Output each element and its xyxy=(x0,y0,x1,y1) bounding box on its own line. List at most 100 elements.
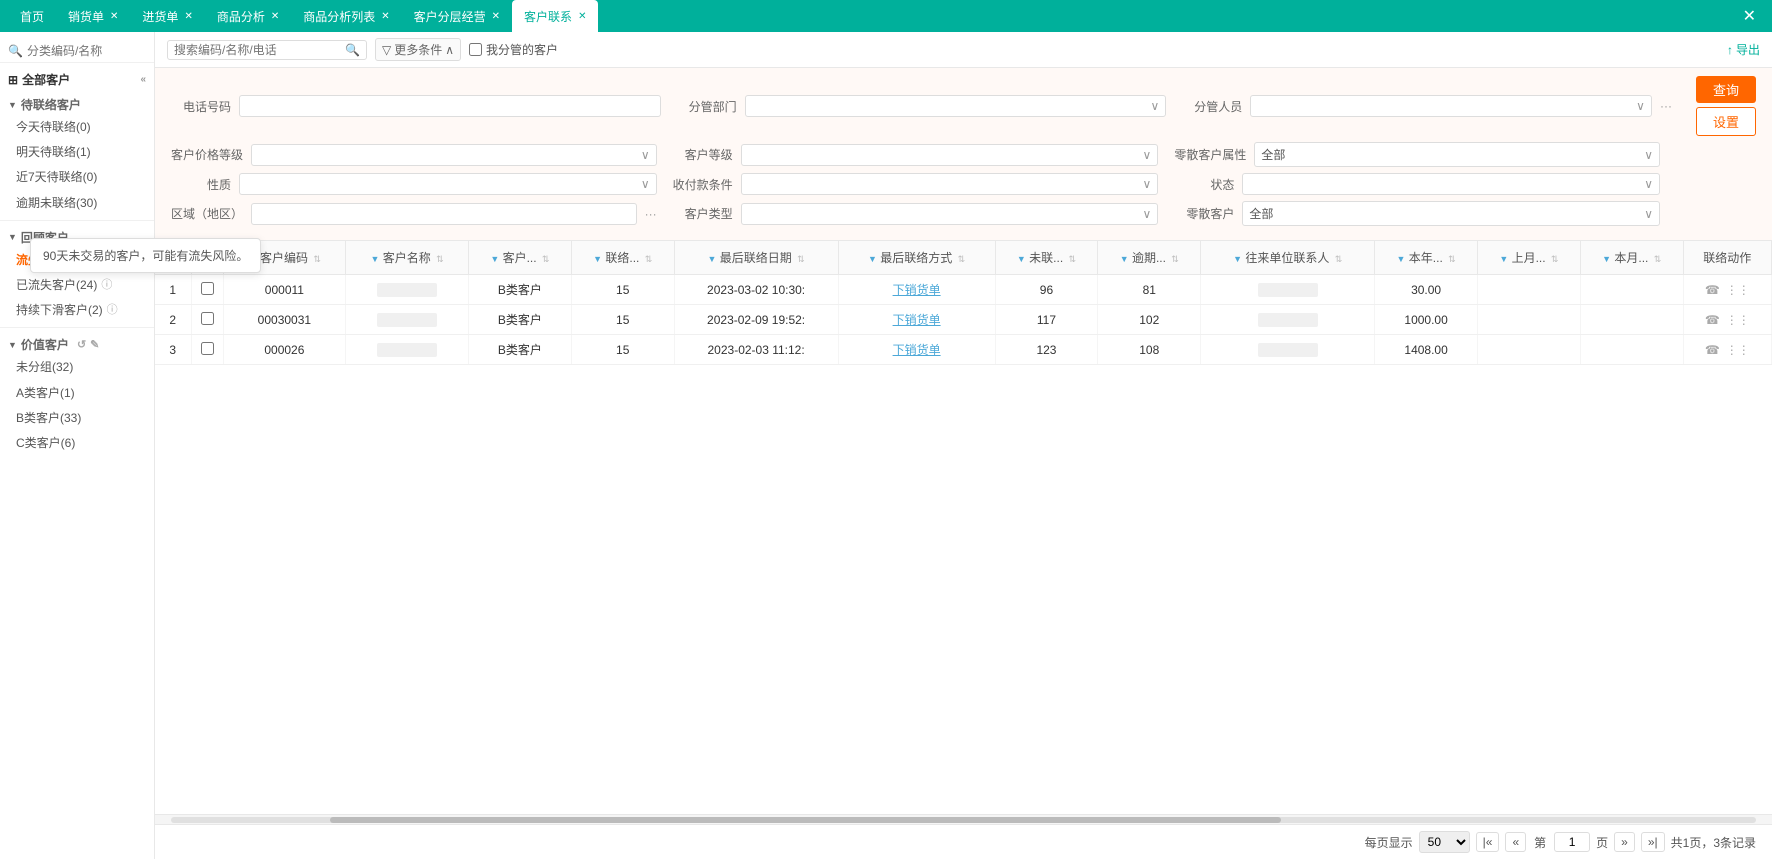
main-layout: 🔍 ⊞ 全部客户 « ▼ 待联络客户 今天待联络(0) 明天待联络(1) 近7天… xyxy=(0,32,1772,859)
cell-current-month-0 xyxy=(1580,275,1683,305)
filter-nature-select[interactable]: ∨ xyxy=(239,173,657,195)
filter-retail-cust-select[interactable]: 全部 ∨ xyxy=(1242,201,1660,226)
sidebar-collapse-icon[interactable]: « xyxy=(140,74,146,85)
tab-sales-label: 销货单 xyxy=(68,8,104,25)
action-contact-icon-0[interactable]: ☎ xyxy=(1705,283,1720,297)
th-name[interactable]: ▼ 客户名称 ⇅ xyxy=(346,241,469,275)
tab-purchase-close[interactable]: ✕ xyxy=(184,11,192,22)
filter-phone-input[interactable] xyxy=(239,95,661,117)
tab-home[interactable]: 首页 xyxy=(8,0,56,32)
th-current-month[interactable]: ▼ 本月... ⇅ xyxy=(1580,241,1683,275)
filter-search-icon[interactable]: 🔍 xyxy=(345,43,360,57)
th-current-year[interactable]: ▼ 本年... ⇅ xyxy=(1375,241,1478,275)
scrollbar-area[interactable] xyxy=(155,814,1772,824)
sidebar-section-value[interactable]: ▼ 价值客户 ↺ ✎ xyxy=(0,332,154,355)
filter-retail-attr-select[interactable]: 全部 ∨ xyxy=(1254,142,1660,167)
value-edit-icon[interactable]: ✎ xyxy=(90,338,99,351)
tab-customer-layer[interactable]: 客户分层经营 ✕ xyxy=(402,0,512,32)
cell-last-method-link-1[interactable]: 下销货单 xyxy=(893,313,941,327)
my-customers-checkbox[interactable]: 我分管的客户 xyxy=(469,41,558,58)
next-page-button[interactable]: » xyxy=(1614,832,1635,852)
prev-page-button[interactable]: « xyxy=(1505,832,1526,852)
sidebar-item-7days-contact[interactable]: 近7天待联络(0) xyxy=(0,165,154,190)
sidebar-item-ungroup[interactable]: 未分组(32) xyxy=(0,355,154,380)
tab-customer-contact[interactable]: 客户联系 ✕ xyxy=(512,0,598,32)
sidebar-all-customers[interactable]: ⊞ 全部客户 « xyxy=(0,67,154,92)
tab-analysis-list[interactable]: 商品分析列表 ✕ xyxy=(291,0,401,32)
sidebar-search-input[interactable] xyxy=(27,44,155,58)
cell-actions-0[interactable]: ☎ ⋮⋮ xyxy=(1683,275,1771,305)
action-contact-icon-1[interactable]: ☎ xyxy=(1705,313,1720,327)
sidebar-item-class-c[interactable]: C类客户(6) xyxy=(0,431,154,456)
filter-region-more[interactable]: ··· xyxy=(645,207,657,221)
filter-region-input[interactable] xyxy=(251,203,637,225)
tab-analysis-close[interactable]: ✕ xyxy=(271,11,279,22)
scrollbar-thumb[interactable] xyxy=(330,817,1281,823)
th-current-month-filter-icon: ▼ xyxy=(1602,254,1611,264)
sidebar-item-class-a[interactable]: A类客户(1) xyxy=(0,381,154,406)
row-checkbox-2[interactable] xyxy=(201,342,214,355)
tab-customer-layer-close[interactable]: ✕ xyxy=(492,11,500,22)
tab-analysis-list-close[interactable]: ✕ xyxy=(381,11,389,22)
th-cust-type[interactable]: ▼ 客户... ⇅ xyxy=(469,241,572,275)
setting-button[interactable]: 设置 xyxy=(1696,107,1756,136)
filter-row-1: 电话号码 分管部门 ∨ 分管人员 ∨ ··· xyxy=(171,76,1756,136)
my-customers-check-input[interactable] xyxy=(469,43,482,56)
tab-customer-contact-close[interactable]: ✕ xyxy=(578,11,586,22)
tab-sales-close[interactable]: ✕ xyxy=(110,11,118,22)
page-number-input[interactable] xyxy=(1554,832,1590,852)
row-checkbox-1[interactable] xyxy=(201,312,214,325)
query-button[interactable]: 查询 xyxy=(1696,76,1756,103)
page-size-select[interactable]: 50 20 100 xyxy=(1419,831,1470,853)
sidebar-section-pending[interactable]: ▼ 待联络客户 xyxy=(0,92,154,115)
cell-code-0: 000011 xyxy=(223,275,346,305)
th-contact-person[interactable]: ▼ 往来单位联系人 ⇅ xyxy=(1201,241,1375,275)
filter-price-level-select[interactable]: ∨ xyxy=(251,144,657,166)
row-checkbox-0[interactable] xyxy=(201,282,214,295)
value-refresh-icon[interactable]: ↺ xyxy=(77,338,86,351)
sidebar-item-tomorrow-contact[interactable]: 明天待联络(1) xyxy=(0,140,154,165)
cell-checkbox-2[interactable] xyxy=(191,335,223,365)
action-more-icon-1[interactable]: ⋮⋮ xyxy=(1726,313,1750,327)
window-close-button[interactable]: ✕ xyxy=(1735,6,1764,26)
filter-search-input[interactable] xyxy=(174,43,345,57)
filter-payment-select[interactable]: ∨ xyxy=(741,173,1159,195)
action-more-icon-2[interactable]: ⋮⋮ xyxy=(1726,343,1750,357)
cell-last-method-1[interactable]: 下销货单 xyxy=(838,305,995,335)
th-contact-num[interactable]: ▼ 联络... ⇅ xyxy=(571,241,674,275)
cell-checkbox-0[interactable] xyxy=(191,275,223,305)
th-last-month[interactable]: ▼ 上月... ⇅ xyxy=(1478,241,1581,275)
tab-sales[interactable]: 销货单 ✕ xyxy=(56,0,130,32)
th-uncontacted[interactable]: ▼ 未联... ⇅ xyxy=(995,241,1098,275)
tab-purchase[interactable]: 进货单 ✕ xyxy=(130,0,204,32)
th-overdue[interactable]: ▼ 逾期... ⇅ xyxy=(1098,241,1201,275)
cell-checkbox-1[interactable] xyxy=(191,305,223,335)
filter-person-more[interactable]: ··· xyxy=(1660,99,1672,113)
filter-cust-level-select[interactable]: ∨ xyxy=(741,144,1159,166)
action-more-icon-0[interactable]: ⋮⋮ xyxy=(1726,283,1750,297)
tab-analysis[interactable]: 商品分析 ✕ xyxy=(205,0,291,32)
cell-last-method-link-0[interactable]: 下销货单 xyxy=(893,283,941,297)
sidebar-item-declining[interactable]: 持续下滑客户(2) ⓘ xyxy=(0,298,154,323)
cell-last-method-2[interactable]: 下销货单 xyxy=(838,335,995,365)
cell-last-method-link-2[interactable]: 下销货单 xyxy=(893,343,941,357)
action-contact-icon-2[interactable]: ☎ xyxy=(1705,343,1720,357)
filter-status-select[interactable]: ∨ xyxy=(1242,173,1660,195)
filter-dept-select[interactable]: ∨ xyxy=(745,95,1167,117)
th-last-date[interactable]: ▼ 最后联络日期 ⇅ xyxy=(674,241,838,275)
cell-last-method-0[interactable]: 下销货单 xyxy=(838,275,995,305)
first-page-button[interactable]: |« xyxy=(1476,832,1500,852)
sidebar-item-class-b[interactable]: B类客户(33) xyxy=(0,406,154,431)
scrollbar-track[interactable] xyxy=(171,817,1756,823)
sidebar-item-overdue-contact[interactable]: 逾期未联络(30) xyxy=(0,191,154,216)
filter-cust-type-select[interactable]: ∨ xyxy=(741,203,1159,225)
export-button[interactable]: ↑ 导出 xyxy=(1727,41,1760,58)
last-page-button[interactable]: »| xyxy=(1641,832,1665,852)
filter-person-select[interactable]: ∨ xyxy=(1250,95,1652,117)
cell-actions-2[interactable]: ☎ ⋮⋮ xyxy=(1683,335,1771,365)
sidebar-item-today-contact[interactable]: 今天待联络(0) xyxy=(0,115,154,140)
th-last-method[interactable]: ▼ 最后联络方式 ⇅ xyxy=(838,241,995,275)
more-conditions-button[interactable]: ▽ 更多条件 ∧ xyxy=(375,38,461,61)
cell-actions-1[interactable]: ☎ ⋮⋮ xyxy=(1683,305,1771,335)
sidebar-item-churned[interactable]: 已流失客户(24) ⓘ xyxy=(0,273,154,298)
